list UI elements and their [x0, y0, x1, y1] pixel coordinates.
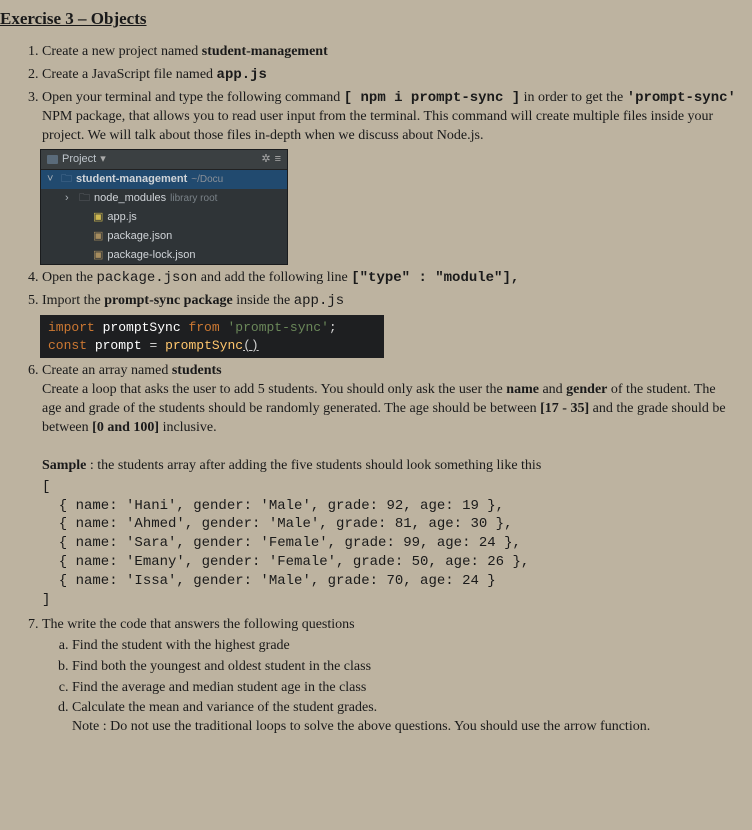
- code-kw-const: const: [48, 338, 87, 353]
- code-ident-prompt: prompt: [95, 338, 142, 353]
- code-semi: ;: [329, 320, 337, 335]
- code-paren: (): [243, 338, 259, 353]
- step-1-text: Create a new project named: [42, 44, 202, 59]
- tree-appjs[interactable]: ▣ app.js: [41, 208, 287, 227]
- step-7b: Find both the youngest and oldest studen…: [72, 658, 738, 677]
- code-kw-import: import: [48, 320, 95, 335]
- code-sample-import: import promptSync from 'prompt-sync'; co…: [40, 315, 384, 358]
- step-6-graderange: [0 and 100]: [92, 420, 159, 435]
- tree-root-path: ~/Docu: [191, 173, 223, 187]
- tree-packagejson[interactable]: ▣ package.json: [41, 227, 287, 246]
- step-1: Create a new project named student-manag…: [42, 43, 738, 62]
- tree-packagelock[interactable]: ▣ package-lock.json: [41, 246, 287, 265]
- json-file-icon: ▣: [93, 229, 103, 244]
- step-6-body-b: and: [539, 382, 566, 397]
- step-7: The write the code that answers the foll…: [42, 616, 738, 737]
- tree-appjs-label: app.js: [107, 210, 136, 225]
- chevron-right-icon: ›: [65, 191, 75, 206]
- tree-root-name: student-management: [76, 172, 187, 187]
- tree-library-root-label: library root: [170, 192, 217, 206]
- project-tab-icon: [47, 155, 58, 164]
- js-file-icon: ▣: [93, 210, 103, 225]
- step-3-pre: Open your terminal and type the followin…: [42, 90, 344, 105]
- json-file-icon: ▣: [93, 248, 103, 263]
- step-5-package: prompt-sync package: [104, 293, 232, 308]
- tree-root-folder[interactable]: ˅ 🗀 student-management ~/Docu: [41, 170, 287, 189]
- main-steps-list: Create a new project named student-manag…: [0, 43, 738, 737]
- sample-students-array: [ { name: 'Hani', gender: 'Male', grade:…: [42, 478, 738, 610]
- step-4-code: ["type" : "module"],: [351, 270, 519, 286]
- tree-packagejson-label: package.json: [107, 229, 172, 244]
- sample-lead: Sample: [42, 458, 86, 473]
- step-3: Open your terminal and type the followin…: [42, 89, 738, 266]
- tree-header: Project ▾ ✲ ≡: [41, 150, 287, 170]
- step-6: Create an array named students Create a …: [42, 362, 738, 610]
- folder-icon: 🗀: [61, 172, 72, 187]
- tree-packagelock-label: package-lock.json: [107, 248, 195, 263]
- step-5-post: inside the: [233, 293, 294, 308]
- step-2: Create a JavaScript file named app.js: [42, 66, 738, 85]
- chevron-down-icon: ˅: [47, 172, 57, 187]
- step-5-filename: app.js: [294, 293, 344, 309]
- code-str-package: 'prompt-sync': [227, 320, 328, 335]
- step-7c: Find the average and median student age …: [72, 679, 738, 698]
- step-6-arrayname: students: [172, 363, 222, 378]
- caret-down-icon: ▾: [100, 152, 106, 167]
- step-7-note: Note : Do not use the traditional loops …: [72, 719, 650, 734]
- step-6-agerange: [17 - 35]: [540, 401, 589, 416]
- step-2-filename: app.js: [217, 67, 267, 83]
- step-6-name: name: [506, 382, 539, 397]
- ide-project-tree: Project ▾ ✲ ≡ ˅ 🗀 student-management ~/D…: [40, 149, 288, 265]
- tree-node-modules[interactable]: › 🗀 node_modules library root: [41, 189, 287, 208]
- step-6-body-a: Create a loop that asks the user to add …: [42, 382, 506, 397]
- step-3-package: 'prompt-sync': [627, 90, 736, 106]
- step-4: Open the package.json and add the follow…: [42, 269, 738, 288]
- step-3-mid: in order to get the: [520, 90, 627, 105]
- step-6-pre: Create an array named: [42, 363, 172, 378]
- tree-project-label: Project: [62, 152, 96, 167]
- step-7-text: The write the code that answers the foll…: [42, 617, 355, 632]
- code-fn-call: promptSync: [165, 338, 243, 353]
- step-6-body-e: inclusive.: [159, 420, 217, 435]
- step-7d: Calculate the mean and variance of the s…: [72, 699, 738, 737]
- step-3-command: [ npm i prompt-sync ]: [344, 90, 520, 106]
- code-eq: =: [149, 338, 157, 353]
- folder-icon: 🗀: [79, 191, 90, 206]
- step-7d-text: Calculate the mean and variance of the s…: [72, 700, 377, 715]
- gear-icon: ✲: [261, 152, 270, 167]
- step-3-post: NPM package, that allows you to read use…: [42, 109, 713, 143]
- step-1-project-name: student-management: [202, 44, 328, 59]
- step-7-sublist: Find the student with the highest grade …: [42, 637, 738, 737]
- step-4-mid: and add the following line: [197, 270, 351, 285]
- step-5-pre: Import the: [42, 293, 104, 308]
- step-7a: Find the student with the highest grade: [72, 637, 738, 656]
- code-kw-from: from: [188, 320, 219, 335]
- tree-node-modules-label: node_modules: [94, 191, 166, 206]
- filter-icon: ≡: [275, 152, 281, 167]
- step-4-pre: Open the: [42, 270, 96, 285]
- exercise-title: Exercise 3 – Objects: [0, 8, 738, 31]
- step-5: Import the prompt-sync package inside th…: [42, 292, 738, 358]
- step-4-filename: package.json: [96, 270, 197, 286]
- step-2-text: Create a JavaScript file named: [42, 67, 217, 82]
- code-ident-promptSync: promptSync: [103, 320, 181, 335]
- step-6-gender: gender: [566, 382, 607, 397]
- sample-post: : the students array after adding the fi…: [86, 458, 541, 473]
